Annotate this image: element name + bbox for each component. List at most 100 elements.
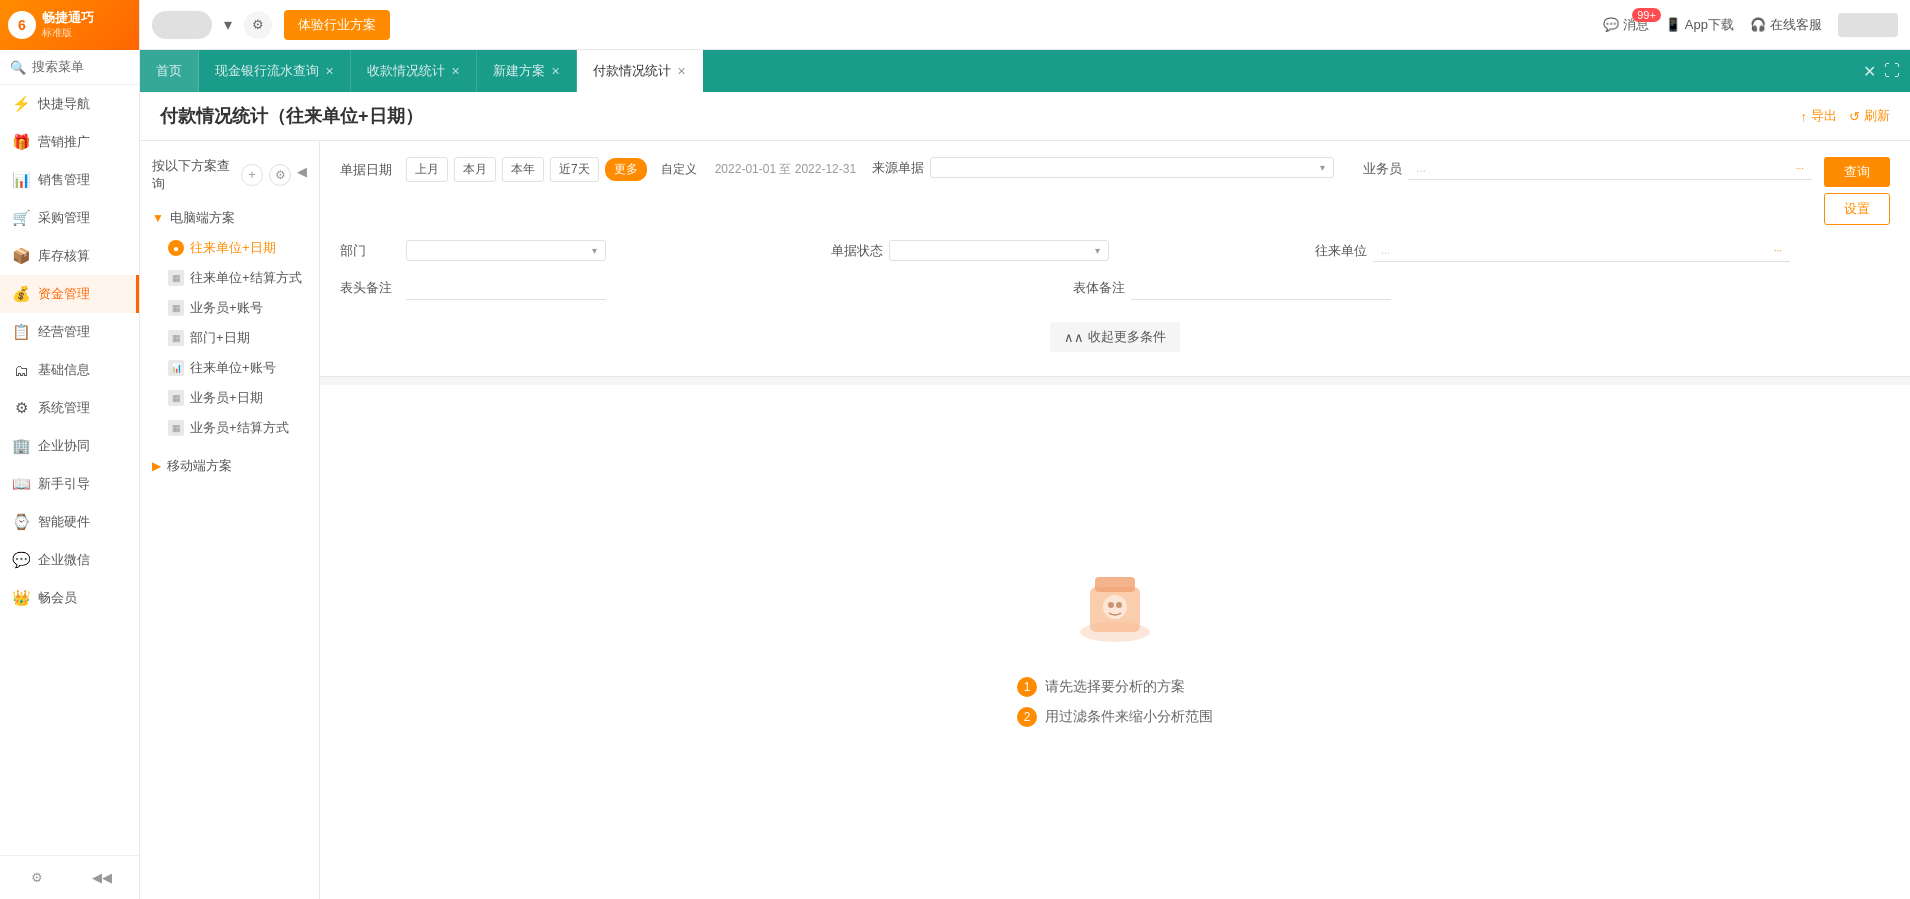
scheme-dept-date[interactable]: ▦ 部门+日期 — [140, 323, 319, 353]
sidebar-item-guide[interactable]: 📖 新手引导 — [0, 465, 139, 503]
tabs-bar: 首页 现金银行流水查询 ✕ 收款情况统计 ✕ 新建方案 ✕ 付款情况统计 ✕ ✕… — [140, 50, 1910, 92]
sidebar-item-shortcut[interactable]: ⚡ 快捷导航 — [0, 85, 139, 123]
staff-select[interactable]: ... ··· — [1408, 157, 1812, 180]
sidebar-item-label: 销售管理 — [38, 171, 90, 189]
left-panel-actions: + ⚙ ◀ — [241, 164, 307, 186]
collapse-more-conditions-btn[interactable]: ∧∧ 收起更多条件 — [1050, 322, 1180, 352]
service-btn[interactable]: 🎧 在线客服 — [1750, 16, 1822, 34]
sidebar-item-label: 采购管理 — [38, 209, 90, 227]
status-select[interactable]: ▾ — [889, 240, 1109, 261]
collapse-panel-btn[interactable]: ◀ — [297, 164, 307, 186]
sales-icon: 📊 — [12, 171, 30, 189]
tab-payment[interactable]: 付款情况统计 ✕ — [577, 50, 703, 92]
sidebar-item-inventory[interactable]: 📦 库存核算 — [0, 237, 139, 275]
search-menu[interactable]: 🔍 搜索菜单 — [0, 50, 139, 85]
tab-cashflow[interactable]: 现金银行流水查询 ✕ — [199, 50, 351, 92]
sidebar-item-operation[interactable]: 📋 经营管理 — [0, 313, 139, 351]
date-btn-this-year[interactable]: 本年 — [502, 157, 544, 182]
date-btn-last-month[interactable]: 上月 — [406, 157, 448, 182]
tab-home[interactable]: 首页 — [140, 50, 199, 92]
sidebar-item-system[interactable]: ⚙ 系统管理 — [0, 389, 139, 427]
trial-industry-button[interactable]: 体验行业方案 — [284, 10, 390, 40]
sidebar-item-wechat[interactable]: 💬 企业微信 — [0, 541, 139, 579]
filter-settings-button[interactable]: 设置 — [1824, 193, 1890, 225]
body-note-label: 表体备注 — [1065, 279, 1125, 297]
logo-name: 畅捷通巧 — [42, 10, 94, 26]
tab-newscheme[interactable]: 新建方案 ✕ — [477, 50, 577, 92]
tab-receipt-close[interactable]: ✕ — [451, 65, 460, 78]
dept-select[interactable]: ▾ — [406, 240, 606, 261]
message-btn[interactable]: 💬 消息 99+ — [1603, 16, 1649, 34]
refresh-button[interactable]: ↺ 刷新 — [1849, 107, 1890, 125]
header-note-label: 表头备注 — [340, 279, 400, 297]
scheme-staff-account[interactable]: ▦ 业务员+账号 — [140, 293, 319, 323]
scheme-staff-date[interactable]: ▦ 业务员+日期 — [140, 383, 319, 413]
scheme-settings-btn[interactable]: ⚙ — [269, 164, 291, 186]
app-label: App下载 — [1685, 16, 1734, 34]
desktop-group-title[interactable]: ▼ 电脑端方案 — [140, 203, 319, 233]
topbar-dropdown-icon[interactable]: ▾ — [224, 15, 232, 34]
mobile-group-title[interactable]: ▶ 移动端方案 — [140, 451, 319, 481]
empty-tips: 1 请先选择要分析的方案 2 用过滤条件来缩小分析范围 — [1017, 677, 1213, 727]
tab-expand-icon[interactable]: ⛶ — [1884, 62, 1900, 80]
collapse-label: 收起更多条件 — [1088, 328, 1166, 346]
desktop-scheme-group: ▼ 电脑端方案 ● 往来单位+日期 ▦ 往来单位+结算方式 ▦ 业务员+账号 — [140, 203, 319, 443]
header-note-input[interactable] — [406, 276, 606, 300]
sidebar-item-sales[interactable]: 📊 销售管理 — [0, 161, 139, 199]
tab-newscheme-close[interactable]: ✕ — [551, 65, 560, 78]
date-btn-more[interactable]: 更多 — [605, 158, 647, 181]
sidebar-logo: 6 畅捷通巧 标准版 — [0, 0, 139, 50]
sidebar-item-finance[interactable]: 💰 资金管理 — [0, 275, 139, 313]
tab-cashflow-close[interactable]: ✕ — [325, 65, 334, 78]
source-arrow-icon: ▾ — [1320, 162, 1325, 173]
search-label: 搜索菜单 — [32, 58, 84, 76]
export-icon: ↑ — [1801, 109, 1808, 124]
sidebar-settings-btn[interactable]: ⚙ — [8, 864, 66, 891]
staff-arrow-icon: ··· — [1796, 163, 1804, 174]
left-panel-header: 按以下方案查询 + ⚙ ◀ — [140, 151, 319, 199]
sidebar-item-enterprise[interactable]: 🏢 企业协同 — [0, 427, 139, 465]
tab-close-all-icon[interactable]: ✕ — [1863, 62, 1876, 81]
date-btn-this-month[interactable]: 本月 — [454, 157, 496, 182]
sidebar-item-hardware[interactable]: ⌚ 智能硬件 — [0, 503, 139, 541]
topbar-settings-btn[interactable]: ⚙ — [244, 11, 272, 39]
scheme-unit-settle[interactable]: ▦ 往来单位+结算方式 — [140, 263, 319, 293]
sidebar-nav: ⚡ 快捷导航 🎁 营销推广 📊 销售管理 🛒 采购管理 📦 库存核算 💰 资金管… — [0, 85, 139, 855]
sidebar-collapse-btn[interactable]: ◀◀ — [74, 864, 132, 891]
date-label: 单据日期 — [340, 161, 400, 179]
date-btn-7days[interactable]: 近7天 — [550, 157, 599, 182]
sidebar-item-label: 智能硬件 — [38, 513, 90, 531]
tab-payment-close[interactable]: ✕ — [677, 65, 686, 78]
date-btn-custom[interactable]: 自定义 — [653, 158, 705, 181]
scheme-active-icon: ● — [168, 240, 184, 256]
add-scheme-btn[interactable]: + — [241, 164, 263, 186]
scheme-staff-settle[interactable]: ▦ 业务员+结算方式 — [140, 413, 319, 443]
sidebar-item-basic[interactable]: 🗂 基础信息 — [0, 351, 139, 389]
topbar-user[interactable] — [1838, 13, 1898, 37]
app-download-btn[interactable]: 📱 App下载 — [1665, 16, 1734, 34]
tabs-actions: ✕ ⛶ — [1853, 62, 1910, 81]
scheme-unit-account[interactable]: 📊 往来单位+账号 — [140, 353, 319, 383]
source-select[interactable]: ▾ — [930, 157, 1334, 178]
tab-newscheme-label: 新建方案 — [493, 62, 545, 80]
topbar-avatar — [152, 11, 212, 39]
sidebar-item-purchase[interactable]: 🛒 采购管理 — [0, 199, 139, 237]
left-panel: 按以下方案查询 + ⚙ ◀ ▼ 电脑端方案 ● 往来单位+日期 — [140, 141, 320, 899]
sidebar-item-member[interactable]: 👑 畅会员 — [0, 579, 139, 617]
tab-payment-label: 付款情况统计 — [593, 62, 671, 80]
body-note-input[interactable] — [1131, 276, 1391, 300]
scheme-label: 业务员+账号 — [190, 299, 263, 317]
scheme-label: 业务员+日期 — [190, 389, 263, 407]
empty-tip-2: 2 用过滤条件来缩小分析范围 — [1017, 707, 1213, 727]
sidebar-item-label: 畅会员 — [38, 589, 77, 607]
empty-tip-1: 1 请先选择要分析的方案 — [1017, 677, 1213, 697]
message-icon: 💬 — [1603, 17, 1619, 32]
scheme-unit-date[interactable]: ● 往来单位+日期 — [140, 233, 319, 263]
tab-receipt[interactable]: 收款情况统计 ✕ — [351, 50, 477, 92]
scheme-sq-icon: ▦ — [168, 390, 184, 406]
sidebar-item-marketing[interactable]: 🎁 营销推广 — [0, 123, 139, 161]
export-button[interactable]: ↑ 导出 — [1801, 107, 1838, 125]
status-arrow-icon: ▾ — [1095, 245, 1100, 256]
unit-select[interactable]: ... ··· — [1373, 239, 1790, 262]
query-button[interactable]: 查询 — [1824, 157, 1890, 187]
